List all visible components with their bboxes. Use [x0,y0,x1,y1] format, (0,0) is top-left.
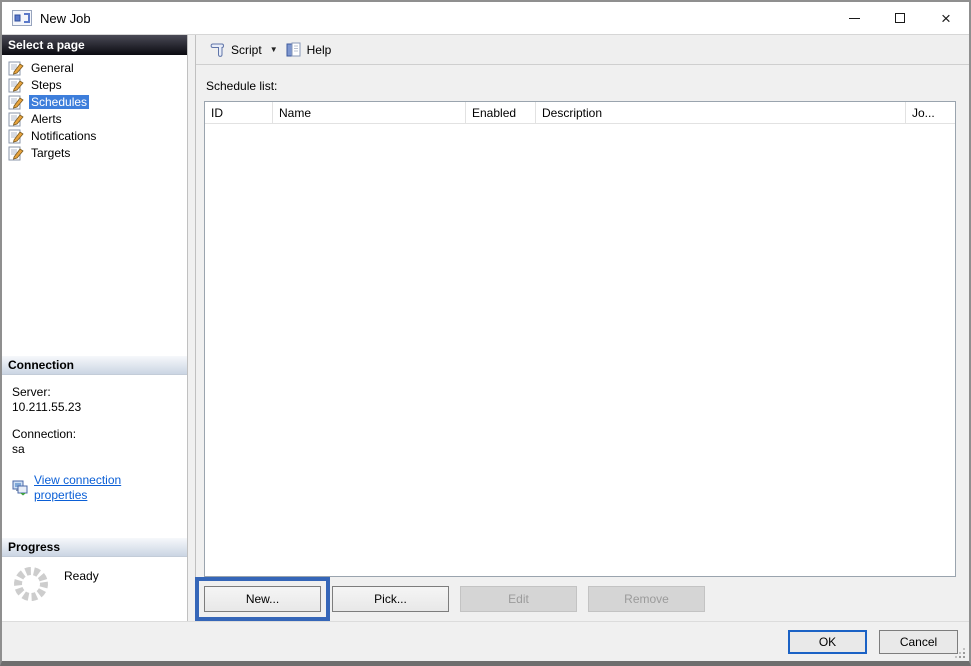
title-bar: New Job × [2,2,969,35]
resize-grip[interactable] [955,648,965,658]
connection-value: sa [12,442,177,457]
column-header-description[interactable]: Description [536,102,906,123]
schedule-list-header: ID Name Enabled Description Jo... [205,102,955,124]
edit-button: Edit [460,586,577,612]
progress-header: Progress [2,537,187,557]
panel-splitter[interactable] [188,35,196,621]
page-list: General Steps Schedule [2,55,187,355]
schedules-page-content: Schedule list: ID Name Enabled Descripti… [196,65,969,621]
sidebar-item-label-selected: Schedules [29,95,89,109]
close-button[interactable]: × [923,2,969,34]
connection-header: Connection [2,355,187,375]
schedule-list-label: Schedule list: [206,79,956,93]
cancel-button[interactable]: Cancel [879,630,958,654]
sidebar-item-notifications[interactable]: Notifications [2,127,187,144]
property-page-icon [8,60,24,76]
sidebar-item-targets[interactable]: Targets [2,144,187,161]
maximize-icon [895,13,905,23]
property-page-icon [8,145,24,161]
maximize-button[interactable] [877,2,923,34]
help-icon [286,42,302,58]
help-button[interactable]: Help [282,40,336,60]
script-button[interactable]: Script ▼ [204,40,282,60]
sidebar-item-label: General [29,61,76,75]
property-page-icon [8,111,24,127]
property-page-icon [8,94,24,110]
sidebar-item-steps[interactable]: Steps [2,76,187,93]
sidebar-item-general[interactable]: General [2,59,187,76]
schedule-list: ID Name Enabled Description Jo... [204,101,956,577]
close-icon: × [941,10,951,27]
sidebar-item-schedules[interactable]: Schedules [2,93,187,110]
connection-properties-icon [12,480,28,496]
toolbar: Script ▼ Help [196,35,969,65]
progress-status: Ready [64,569,99,583]
column-header-id[interactable]: ID [205,102,273,123]
app-icon [12,10,32,26]
connection-label: Connection: [12,427,177,442]
minimize-icon [849,18,860,19]
remove-button: Remove [588,586,705,612]
connection-info: Server: 10.211.55.23 Connection: sa View… [2,375,187,537]
progress-section: Ready [2,557,187,621]
property-page-icon [8,77,24,93]
help-label: Help [307,43,332,57]
view-connection-properties-link[interactable]: View connection properties [34,473,177,503]
ok-button[interactable]: OK [788,630,867,654]
script-label: Script [231,43,262,57]
window-title: New Job [40,11,91,26]
sidebar-item-label: Notifications [29,129,98,143]
minimize-button[interactable] [831,2,877,34]
sidebar-item-label: Targets [29,146,72,160]
pick-button[interactable]: Pick... [332,586,449,612]
progress-spinner-icon [12,565,50,603]
column-header-enabled[interactable]: Enabled [466,102,536,123]
window-controls: × [831,2,969,34]
main-panel: Script ▼ Help Schedule list: ID [196,35,969,621]
server-value: 10.211.55.23 [12,400,177,415]
chevron-down-icon: ▼ [270,45,278,54]
sidebar-item-alerts[interactable]: Alerts [2,110,187,127]
server-label: Server: [12,385,177,400]
column-header-job[interactable]: Jo... [906,102,955,123]
left-panel: Select a page General S [2,35,188,621]
dialog-footer: OK Cancel [2,621,969,661]
sidebar-item-label: Steps [29,78,64,92]
property-page-icon [8,128,24,144]
schedule-list-body[interactable] [205,124,955,576]
new-button[interactable]: New... [204,586,321,612]
schedule-buttons-row: New... Pick... Edit Remove [204,577,956,621]
new-job-dialog: New Job × Select a page General [0,0,971,666]
select-a-page-header: Select a page [2,35,187,55]
column-header-name[interactable]: Name [273,102,466,123]
sidebar-item-label: Alerts [29,112,64,126]
script-icon [208,42,226,58]
